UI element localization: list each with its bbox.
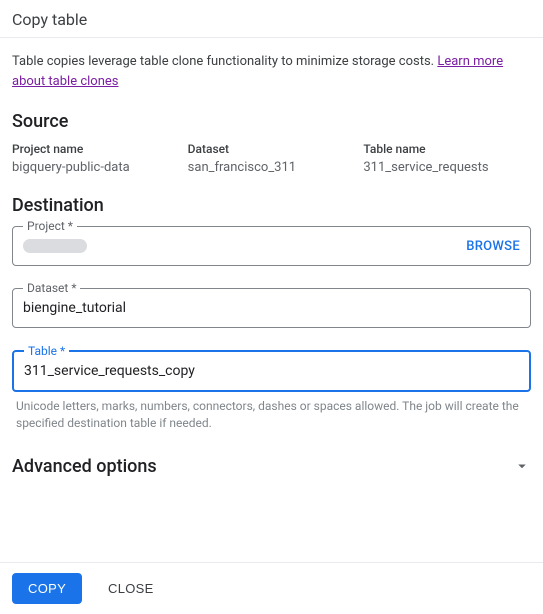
table-field[interactable]: Table * <box>12 350 531 392</box>
dataset-input[interactable] <box>23 300 520 316</box>
source-project: Project name bigquery-public-data <box>12 142 180 175</box>
advanced-options-heading: Advanced options <box>12 456 157 477</box>
project-field[interactable]: Project * BROWSE <box>12 226 531 266</box>
dialog-footer: COPY CLOSE <box>0 562 543 614</box>
source-project-value: bigquery-public-data <box>12 160 180 175</box>
dialog-header: Copy table <box>0 0 543 38</box>
dialog-content: Table copies leverage table clone functi… <box>0 38 543 477</box>
intro-body: Table copies leverage table clone functi… <box>12 54 437 69</box>
source-dataset: Dataset san_francisco_311 <box>188 142 356 175</box>
destination-heading: Destination <box>12 195 531 216</box>
table-field-label: Table * <box>24 344 69 358</box>
chevron-down-icon <box>513 457 531 475</box>
dataset-field[interactable]: Dataset * <box>12 288 531 328</box>
source-row: Project name bigquery-public-data Datase… <box>12 142 531 175</box>
table-helper-text: Unicode letters, marks, numbers, connect… <box>16 398 527 432</box>
table-input[interactable] <box>24 363 519 379</box>
dialog-title: Copy table <box>12 10 531 29</box>
source-table-label: Table name <box>363 142 531 156</box>
source-dataset-value: san_francisco_311 <box>188 160 356 175</box>
dataset-field-label: Dataset * <box>23 281 80 295</box>
advanced-options-toggle[interactable]: Advanced options <box>12 456 531 477</box>
source-heading: Source <box>12 111 531 132</box>
close-button[interactable]: CLOSE <box>100 573 162 604</box>
source-table: Table name 311_service_requests <box>363 142 531 175</box>
project-value-redacted <box>23 239 87 253</box>
browse-button[interactable]: BROWSE <box>458 239 520 254</box>
source-table-value: 311_service_requests <box>363 160 531 175</box>
copy-button[interactable]: COPY <box>12 573 82 604</box>
project-field-label: Project * <box>23 219 77 233</box>
intro-text: Table copies leverage table clone functi… <box>12 52 531 91</box>
source-project-label: Project name <box>12 142 180 156</box>
source-dataset-label: Dataset <box>188 142 356 156</box>
